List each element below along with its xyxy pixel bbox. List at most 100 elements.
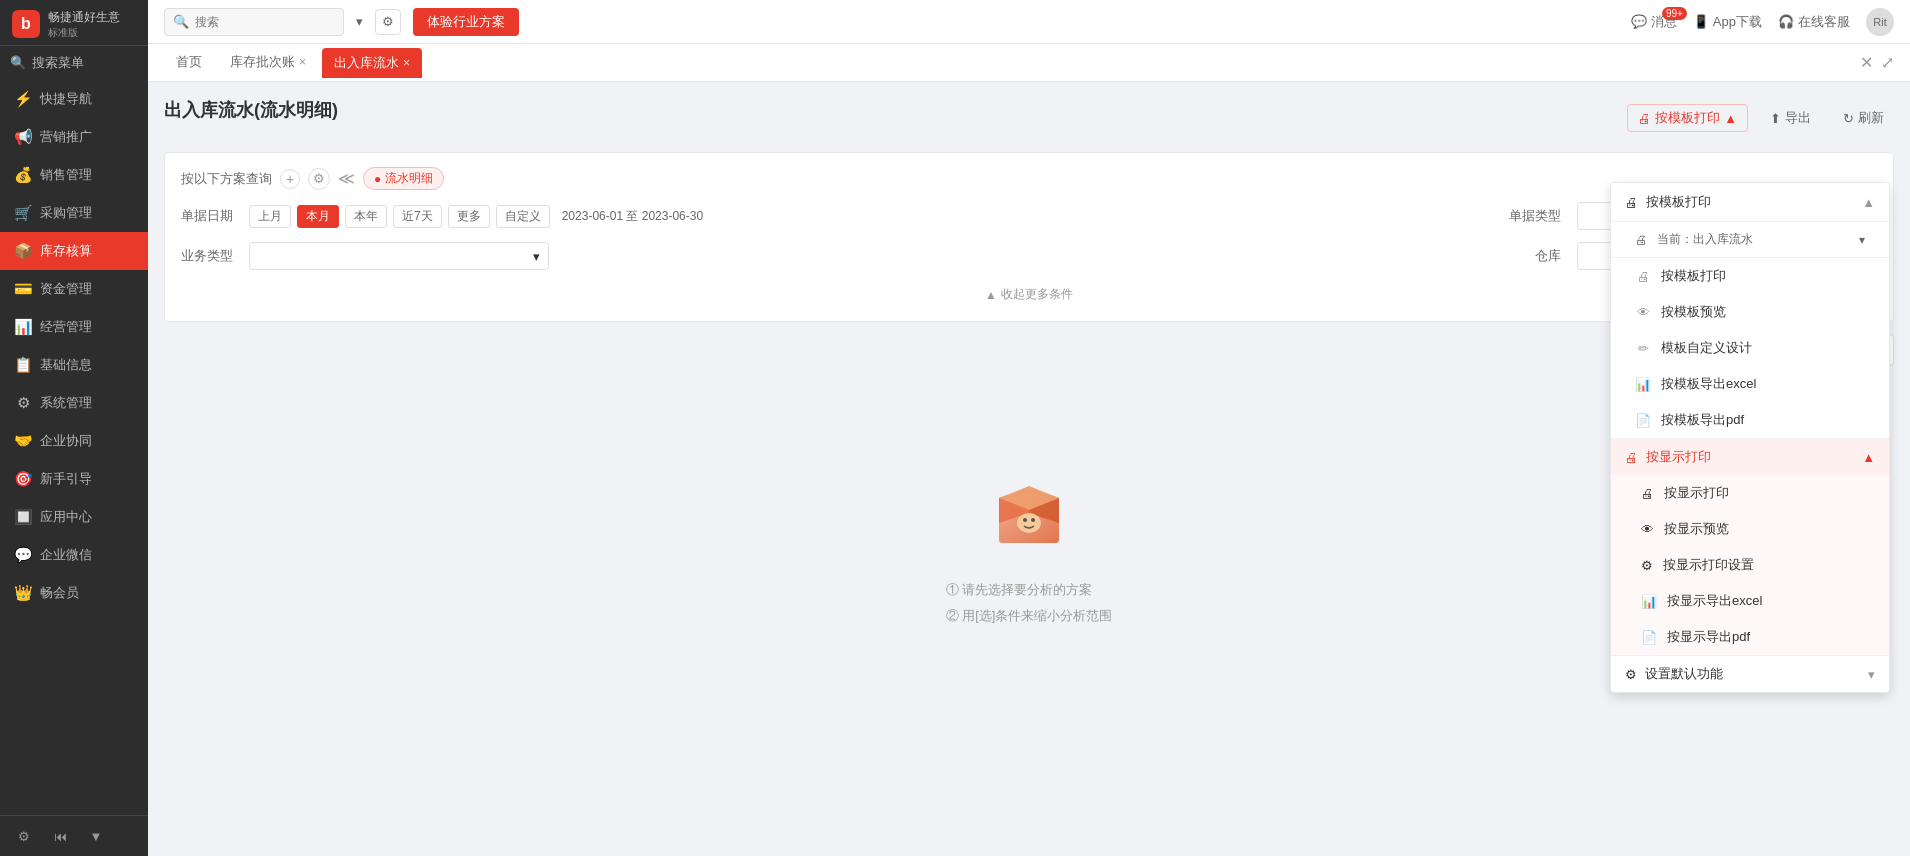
dropdown-header-arrow: ▲ bbox=[1862, 195, 1875, 210]
filter-add-button[interactable]: + bbox=[280, 169, 300, 189]
filter-expand-button[interactable]: ≪ bbox=[338, 169, 355, 188]
sidebar-item-basic[interactable]: 📋 基础信息 bbox=[0, 346, 148, 384]
tab-inventory-batch[interactable]: 库存批次账 × bbox=[218, 47, 318, 79]
header-gear-button[interactable]: ⚙ bbox=[375, 9, 401, 35]
dropdown-template-design[interactable]: ✏ 模板自定义设计 bbox=[1611, 330, 1889, 366]
appstore-icon: 🔲 bbox=[14, 508, 32, 526]
sidebar-item-wechat[interactable]: 💬 企业微信 bbox=[0, 536, 148, 574]
dropdown-template-print[interactable]: 🖨 按模板打印 bbox=[1611, 258, 1889, 294]
dropdown-template-preview[interactable]: 👁 按模板预览 bbox=[1611, 294, 1889, 330]
sidebar-logo: b 畅捷通好生意 标准版 bbox=[0, 0, 148, 46]
collapse-sidebar-icon[interactable]: ⏮ bbox=[50, 826, 70, 846]
dropdown-display-section-header[interactable]: 🖨 按显示打印 ▲ bbox=[1611, 438, 1889, 475]
app-download-button[interactable]: 📱 App下载 bbox=[1693, 13, 1762, 31]
display-section-icon: 🖨 bbox=[1625, 450, 1638, 465]
template-excel-icon: 📊 bbox=[1635, 376, 1651, 392]
tab-actions: ✕ ⤢ bbox=[1860, 53, 1894, 72]
tab-home[interactable]: 首页 bbox=[164, 47, 214, 79]
header-right: 💬 消息 99+ 📱 App下载 🎧 在线客服 Rit bbox=[1631, 8, 1894, 36]
header-search-box[interactable]: 🔍 bbox=[164, 8, 344, 36]
finance-icon: 💳 bbox=[14, 280, 32, 298]
message-button[interactable]: 💬 消息 99+ bbox=[1631, 13, 1677, 31]
sidebar-item-quick-nav[interactable]: ⚡ 快捷导航 bbox=[0, 80, 148, 118]
dropdown-display-print[interactable]: 🖨 按显示打印 bbox=[1611, 475, 1889, 511]
user-avatar[interactable]: Rit bbox=[1866, 8, 1894, 36]
date-options: 上月 本月 本年 近7天 更多 自定义 2023-06-01 至 2023-06… bbox=[249, 205, 703, 228]
sidebar-item-guide[interactable]: 🎯 新手引导 bbox=[0, 460, 148, 498]
close-window-icon[interactable]: ✕ bbox=[1860, 53, 1873, 72]
dropdown-current-item[interactable]: 🖨 当前：出入库流水 ▾ bbox=[1611, 222, 1889, 257]
header: 🔍 ▾ ⚙ 体验行业方案 💬 消息 99+ 📱 App下载 🎧 在线客服 bbox=[148, 0, 1910, 44]
refresh-icon: ↻ bbox=[1843, 111, 1854, 126]
date-btn-this-month[interactable]: 本月 bbox=[297, 205, 339, 228]
display-section-arrow: ▲ bbox=[1862, 450, 1875, 465]
filter-settings-button[interactable]: ⚙ bbox=[308, 168, 330, 190]
message-badge: 99+ bbox=[1662, 7, 1687, 20]
tab-inventory-batch-close[interactable]: × bbox=[299, 55, 306, 69]
print-template-button[interactable]: 🖨 按模板打印 ▲ bbox=[1627, 104, 1748, 132]
svg-point-4 bbox=[1017, 513, 1041, 533]
maximize-window-icon[interactable]: ⤢ bbox=[1881, 53, 1894, 72]
trial-button[interactable]: 体验行业方案 bbox=[413, 8, 519, 36]
tab-inout-flow[interactable]: 出入库流水 × bbox=[322, 48, 422, 78]
page-content: 出入库流水(流水明细) 🖨 按模板打印 ▲ ⬆ 导出 ↻ 刷新 bbox=[148, 82, 1910, 856]
title-actions: 🖨 按模板打印 ▲ ⬆ 导出 ↻ 刷新 bbox=[1627, 104, 1894, 132]
scroll-down-icon[interactable]: ▼ bbox=[86, 826, 106, 846]
sidebar-search[interactable]: 🔍 搜索菜单 bbox=[0, 46, 148, 80]
online-service-button[interactable]: 🎧 在线客服 bbox=[1778, 13, 1850, 31]
sidebar-item-corp[interactable]: 🤝 企业协同 bbox=[0, 422, 148, 460]
dropdown-display-preview[interactable]: 👁 按显示预览 bbox=[1611, 511, 1889, 547]
export-button[interactable]: ⬆ 导出 bbox=[1760, 105, 1821, 131]
dropdown-template-pdf[interactable]: 📄 按模板导出pdf bbox=[1611, 402, 1889, 438]
svg-point-5 bbox=[1023, 518, 1027, 522]
date-btn-this-year[interactable]: 本年 bbox=[345, 205, 387, 228]
member-icon: 👑 bbox=[14, 584, 32, 602]
page-title: 出入库流水(流水明细) bbox=[164, 98, 338, 122]
headset-icon: 🎧 bbox=[1778, 14, 1794, 29]
biz-type-select[interactable]: ▾ bbox=[249, 242, 549, 270]
dropdown-template-excel[interactable]: 📊 按模板导出excel bbox=[1611, 366, 1889, 402]
display-settings-icon: ⚙ bbox=[1641, 558, 1653, 573]
date-range-display: 2023-06-01 至 2023-06-30 bbox=[562, 208, 703, 225]
message-icon: 💬 bbox=[1631, 14, 1647, 29]
export-icon: ⬆ bbox=[1770, 111, 1781, 126]
dropdown-display-excel[interactable]: 📊 按显示导出excel bbox=[1611, 583, 1889, 619]
sidebar-item-appstore[interactable]: 🔲 应用中心 bbox=[0, 498, 148, 536]
filter-tag-icon: ● bbox=[374, 172, 381, 186]
wechat-icon: 💬 bbox=[14, 546, 32, 564]
dropdown-display-pdf[interactable]: 📄 按显示导出pdf bbox=[1611, 619, 1889, 655]
date-btn-last-month[interactable]: 上月 bbox=[249, 205, 291, 228]
refresh-button[interactable]: ↻ 刷新 bbox=[1833, 105, 1894, 131]
filter-tag-stream[interactable]: ● 流水明细 bbox=[363, 167, 444, 190]
app-name: 畅捷通好生意 标准版 bbox=[48, 10, 120, 39]
sales-icon: 💰 bbox=[14, 166, 32, 184]
display-preview-icon: 👁 bbox=[1641, 522, 1654, 537]
sidebar-item-sales[interactable]: 💰 销售管理 bbox=[0, 156, 148, 194]
sidebar-item-finance[interactable]: 💳 资金管理 bbox=[0, 270, 148, 308]
sidebar-item-inventory[interactable]: 📦 库存核算 bbox=[0, 232, 148, 270]
guide-icon: 🎯 bbox=[14, 470, 32, 488]
tab-inout-flow-close[interactable]: × bbox=[403, 56, 410, 70]
date-btn-custom[interactable]: 自定义 bbox=[496, 205, 550, 228]
dropdown-footer[interactable]: ⚙ 设置默认功能 ▾ bbox=[1611, 655, 1889, 692]
print-dropdown-icon: 🖨 bbox=[1625, 195, 1638, 210]
empty-illustration bbox=[979, 458, 1079, 561]
settings-bottom-icon[interactable]: ⚙ bbox=[14, 826, 34, 846]
date-btn-more[interactable]: 更多 bbox=[448, 205, 490, 228]
header-dropdown[interactable]: ▾ bbox=[356, 14, 363, 29]
date-btn-7days[interactable]: 近7天 bbox=[393, 205, 442, 228]
print-dropdown-header[interactable]: 🖨 按模板打印 ▲ bbox=[1611, 183, 1889, 222]
chevron-up-icon: ▲ bbox=[1724, 111, 1737, 126]
sidebar-item-operations[interactable]: 📊 经营管理 bbox=[0, 308, 148, 346]
dropdown-display-settings[interactable]: ⚙ 按显示打印设置 bbox=[1611, 547, 1889, 583]
header-search-input[interactable] bbox=[195, 15, 315, 29]
display-pdf-icon: 📄 bbox=[1641, 630, 1657, 645]
sidebar-item-marketing[interactable]: 📢 营销推广 bbox=[0, 118, 148, 156]
marketing-icon: 📢 bbox=[14, 128, 32, 146]
sidebar-item-member[interactable]: 👑 畅会员 bbox=[0, 574, 148, 612]
app-logo-icon: b bbox=[12, 10, 40, 38]
sidebar-item-system[interactable]: ⚙ 系统管理 bbox=[0, 384, 148, 422]
empty-steps: ① 请先选择要分析的方案 ② 用[选]条件来缩小分析范围 bbox=[946, 577, 1113, 629]
header-search-icon: 🔍 bbox=[173, 14, 189, 29]
sidebar-item-purchase[interactable]: 🛒 采购管理 bbox=[0, 194, 148, 232]
